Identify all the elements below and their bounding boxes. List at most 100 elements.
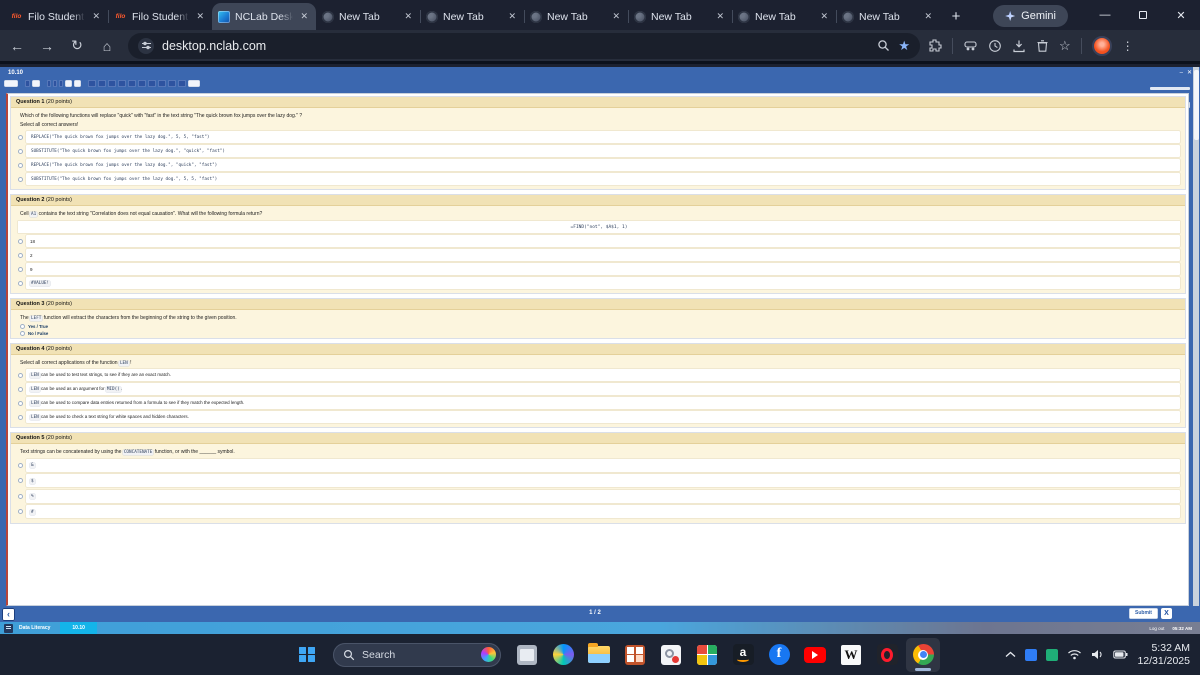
checkbox-icon[interactable] — [18, 478, 23, 483]
taskbar-app-copilot[interactable] — [546, 638, 580, 672]
scrollbar-thumb[interactable] — [1193, 70, 1199, 140]
checkbox-icon[interactable] — [18, 238, 23, 244]
answer-option[interactable]: No / False — [20, 330, 1180, 336]
browser-tab[interactable]: New Tab ✕ — [732, 3, 836, 30]
quiz-close-button[interactable]: X — [1161, 608, 1172, 619]
restore-button[interactable] — [1124, 0, 1162, 30]
checkbox-icon[interactable] — [18, 162, 23, 168]
menu-kebab-icon[interactable]: ⋮ — [1122, 39, 1134, 53]
checkbox-icon[interactable] — [18, 386, 23, 392]
quiz-nav-button[interactable] — [168, 80, 176, 87]
checkbox-icon[interactable] — [18, 400, 23, 406]
taskbar-app-app-window[interactable] — [510, 638, 544, 672]
quiz-nav-button[interactable] — [128, 80, 136, 87]
quiz-nav-button[interactable] — [88, 80, 96, 87]
wifi-icon[interactable] — [1067, 649, 1082, 660]
taskbar-app-youtube[interactable] — [798, 638, 832, 672]
answer-option[interactable]: LEN can be used as an argument for MID()… — [18, 383, 1180, 395]
checkbox-icon[interactable] — [18, 148, 23, 154]
answer-option[interactable]: #VALUE! — [18, 277, 1180, 289]
tab-close-icon[interactable]: ✕ — [90, 10, 102, 23]
downloads-icon[interactable] — [1012, 39, 1026, 53]
quiz-nav-button[interactable] — [118, 80, 126, 87]
browser-tab[interactable]: New Tab ✕ — [316, 3, 420, 30]
taskbar-app-facebook[interactable]: f — [762, 638, 796, 672]
checkbox-icon[interactable] — [18, 509, 23, 514]
close-button[interactable]: ✕ — [1162, 0, 1200, 30]
quiz-nav-button[interactable] — [148, 80, 156, 87]
history-icon[interactable] — [988, 39, 1002, 53]
quiz-nav-button[interactable] — [158, 80, 166, 87]
new-tab-button[interactable]: + — [944, 4, 968, 28]
tab-close-icon[interactable]: ✕ — [714, 10, 726, 23]
nclab-menu-icon[interactable] — [4, 623, 13, 633]
tray-app-green-icon[interactable] — [1046, 648, 1059, 661]
minimize-button[interactable]: — — [1086, 0, 1124, 30]
taskbar-app-wikipedia[interactable]: W — [834, 638, 868, 672]
radio-icon[interactable] — [20, 323, 25, 329]
answer-option[interactable]: Yes / True — [20, 323, 1180, 329]
back-icon[interactable]: ← — [4, 33, 30, 59]
battery-icon[interactable] — [1113, 650, 1128, 659]
quiz-nav-button[interactable] — [188, 80, 200, 87]
taskbar-app-snip[interactable] — [654, 638, 688, 672]
quiz-nav-button[interactable] — [108, 80, 116, 87]
bookmark-manager-icon[interactable]: ☆ — [1059, 38, 1071, 54]
start-button[interactable] — [290, 638, 324, 672]
taskbar-app-file-explorer[interactable] — [582, 638, 616, 672]
browser-tab[interactable]: New Tab ✕ — [836, 3, 940, 30]
checkbox-icon[interactable] — [18, 493, 23, 499]
extensions-icon[interactable] — [928, 38, 942, 53]
quiz-nav-button[interactable] — [138, 80, 146, 87]
answer-option[interactable]: 9 — [18, 263, 1180, 275]
forward-icon[interactable]: → — [34, 33, 60, 59]
tab-close-icon[interactable]: ✕ — [402, 10, 414, 23]
tab-close-icon[interactable]: ✕ — [194, 10, 206, 23]
zoom-search-icon[interactable] — [877, 39, 890, 52]
taskbar-app-opera[interactable] — [870, 638, 904, 672]
checkbox-icon[interactable] — [18, 280, 23, 286]
submit-button[interactable]: Submit — [1129, 608, 1158, 619]
answer-option[interactable]: % — [18, 489, 1180, 503]
checkbox-icon[interactable] — [18, 372, 23, 378]
tab-close-icon[interactable]: ✕ — [506, 10, 518, 23]
page-scrollbar[interactable] — [1193, 67, 1199, 606]
quiz-nav-button[interactable] — [32, 80, 40, 87]
taskbar-clock[interactable]: 5:32 AM 12/31/2025 — [1137, 642, 1190, 668]
checkbox-icon[interactable] — [18, 462, 23, 468]
tab-close-icon[interactable]: ✕ — [610, 10, 622, 23]
checkbox-icon[interactable] — [18, 252, 23, 258]
checkbox-icon[interactable] — [18, 266, 23, 272]
answer-option[interactable]: $ — [18, 474, 1180, 487]
browser-tab[interactable]: New Tab ✕ — [420, 3, 524, 30]
tray-app-blue-icon[interactable] — [1025, 648, 1038, 661]
answer-option[interactable]: REPLACE("The quick brown fox jumps over … — [18, 131, 1180, 143]
answer-option[interactable]: REPLACE("The quick brown fox jumps over … — [18, 159, 1180, 171]
browser-tab[interactable]: New Tab ✕ — [524, 3, 628, 30]
answer-option[interactable]: SUBSTITUTE("The quick brown fox jumps ov… — [18, 145, 1180, 157]
gemini-button[interactable]: Gemini — [993, 5, 1068, 27]
tray-chevron-up-icon[interactable] — [1005, 651, 1016, 658]
quiz-nav-button[interactable] — [178, 80, 186, 87]
extension-cart-icon[interactable] — [963, 39, 978, 52]
answer-option[interactable]: 18 — [18, 235, 1180, 247]
address-bar[interactable]: desktop.nclab.com ★ — [128, 32, 920, 59]
tab-close-icon[interactable]: ✕ — [922, 10, 934, 23]
home-icon[interactable]: ⌂ — [94, 33, 120, 59]
answer-option[interactable]: SUBSTITUTE("The quick brown fox jumps ov… — [18, 173, 1180, 185]
logout-link[interactable]: Log out — [1149, 626, 1164, 631]
quiz-nav-button[interactable] — [4, 80, 18, 87]
delete-icon[interactable] — [1036, 39, 1049, 53]
checkbox-icon[interactable] — [18, 176, 23, 182]
site-settings-icon[interactable] — [138, 37, 154, 54]
quiz-nav-button[interactable] — [65, 80, 72, 87]
tab-close-icon[interactable]: ✕ — [298, 10, 310, 23]
browser-tab[interactable]: filo Filo Student ✕ — [4, 3, 108, 30]
quiz-nav-button[interactable] — [53, 80, 57, 87]
taskbar-app-amazon[interactable]: a — [726, 638, 760, 672]
taskbar-search[interactable]: Search — [333, 642, 501, 667]
quiz-nav-button[interactable] — [59, 80, 63, 87]
profile-avatar[interactable] — [1091, 35, 1112, 56]
answer-option[interactable]: LEN can be used to check a text string f… — [18, 411, 1180, 423]
radio-icon[interactable] — [20, 330, 25, 336]
